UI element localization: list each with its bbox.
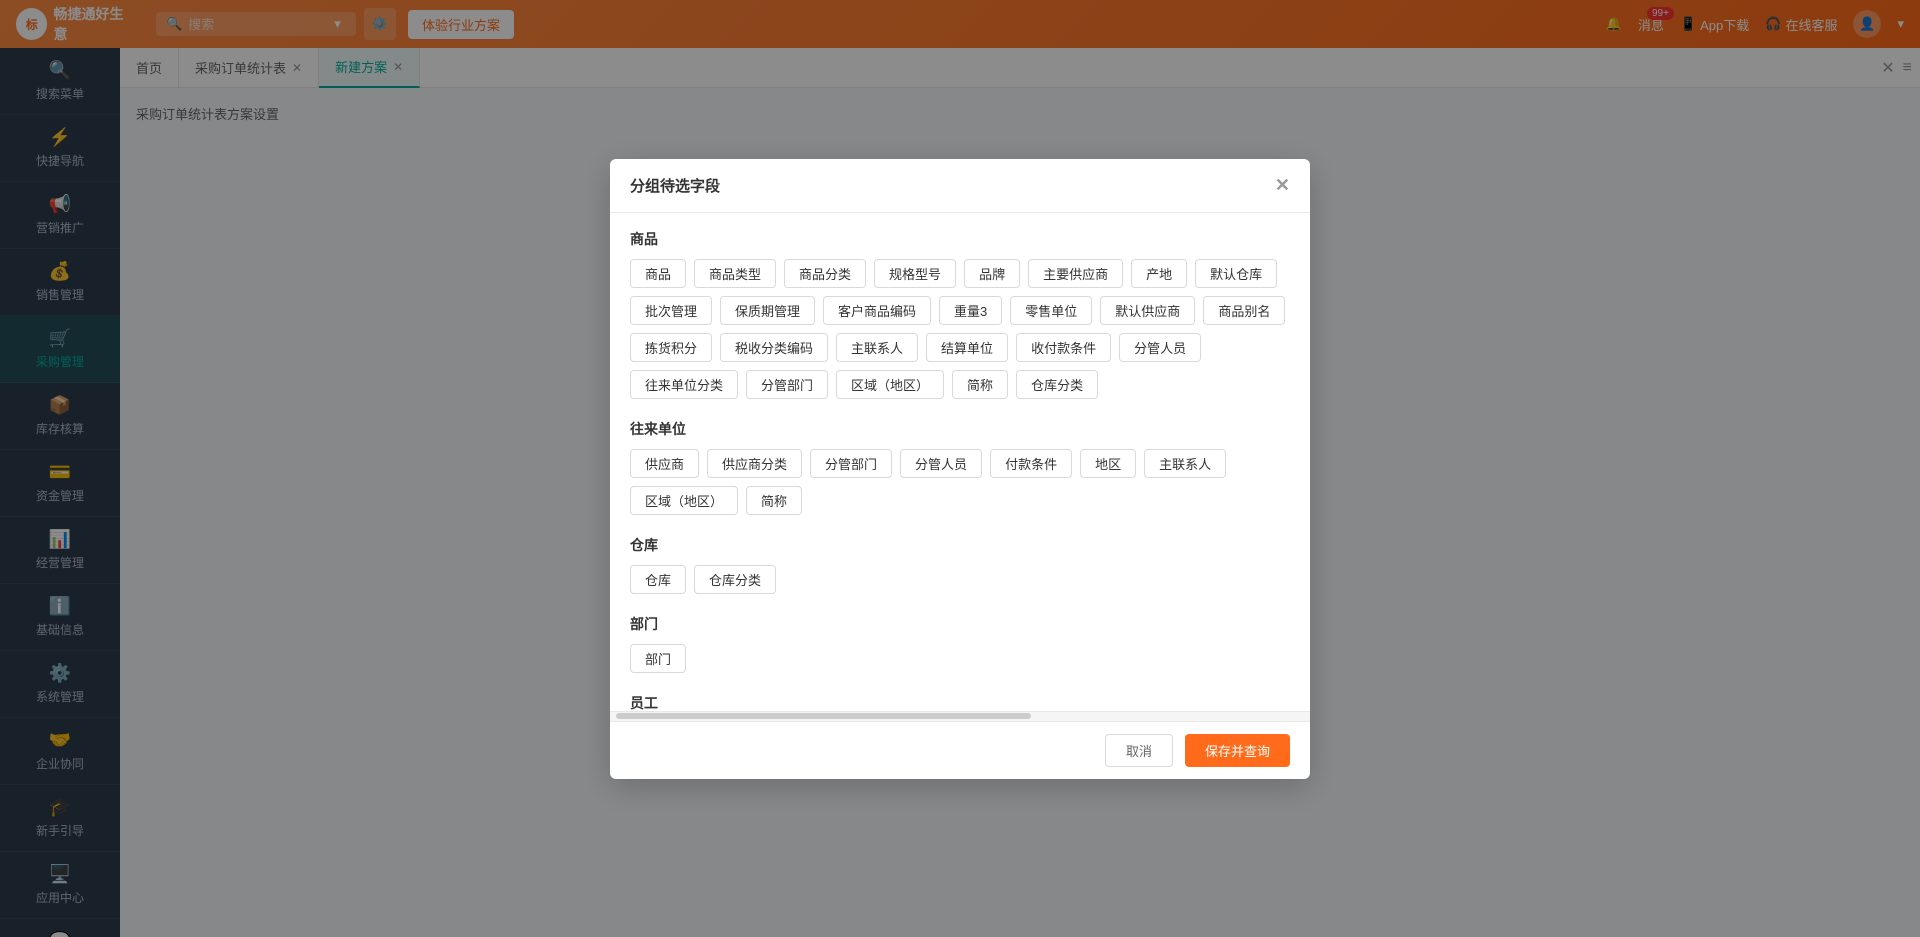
field-tag-0-10[interactable]: 客户商品编码 xyxy=(823,296,931,325)
field-tag-1-6[interactable]: 主联系人 xyxy=(1144,449,1226,478)
hscroll-thumb[interactable] xyxy=(616,713,1031,719)
section-title-2: 仓库 xyxy=(630,535,1290,555)
field-tag-1-8[interactable]: 简称 xyxy=(746,486,802,515)
field-tag-0-5[interactable]: 主要供应商 xyxy=(1028,259,1123,288)
field-section-2: 仓库仓库仓库分类 xyxy=(630,535,1290,594)
field-tag-0-12[interactable]: 零售单位 xyxy=(1010,296,1092,325)
field-tag-2-0[interactable]: 仓库 xyxy=(630,565,686,594)
field-tag-0-0[interactable]: 商品 xyxy=(630,259,686,288)
field-tag-1-0[interactable]: 供应商 xyxy=(630,449,699,478)
dialog-hscroll xyxy=(610,711,1310,720)
field-tag-0-21[interactable]: 往来单位分类 xyxy=(630,370,738,399)
field-tag-0-24[interactable]: 简称 xyxy=(952,370,1008,399)
field-tags-0: 商品商品类型商品分类规格型号品牌主要供应商产地默认仓库批次管理保质期管理客户商品… xyxy=(630,259,1290,399)
field-tag-0-8[interactable]: 批次管理 xyxy=(630,296,712,325)
dialog-close-icon[interactable]: ✕ xyxy=(1275,176,1290,194)
field-tag-0-18[interactable]: 结算单位 xyxy=(926,333,1008,362)
field-tag-0-20[interactable]: 分管人员 xyxy=(1119,333,1201,362)
field-tag-1-7[interactable]: 区域（地区） xyxy=(630,486,738,515)
field-tag-0-14[interactable]: 商品别名 xyxy=(1203,296,1285,325)
dialog-body: 商品商品商品类型商品分类规格型号品牌主要供应商产地默认仓库批次管理保质期管理客户… xyxy=(610,213,1310,712)
field-tag-2-1[interactable]: 仓库分类 xyxy=(694,565,776,594)
field-tag-1-5[interactable]: 地区 xyxy=(1080,449,1136,478)
field-tag-0-23[interactable]: 区域（地区） xyxy=(836,370,944,399)
field-selection-dialog: 分组待选字段 ✕ 商品商品商品类型商品分类规格型号品牌主要供应商产地默认仓库批次… xyxy=(610,159,1310,779)
cancel-button[interactable]: 取消 xyxy=(1105,734,1173,767)
field-tag-0-3[interactable]: 规格型号 xyxy=(874,259,956,288)
field-tag-0-4[interactable]: 品牌 xyxy=(964,259,1020,288)
field-tag-0-11[interactable]: 重量3 xyxy=(939,296,1002,325)
section-title-0: 商品 xyxy=(630,229,1290,249)
field-tag-0-6[interactable]: 产地 xyxy=(1131,259,1187,288)
field-section-3: 部门部门 xyxy=(630,614,1290,673)
field-tag-0-2[interactable]: 商品分类 xyxy=(784,259,866,288)
field-tag-0-1[interactable]: 商品类型 xyxy=(694,259,776,288)
dialog-overlay: 分组待选字段 ✕ 商品商品商品类型商品分类规格型号品牌主要供应商产地默认仓库批次… xyxy=(0,0,1920,937)
dialog-title: 分组待选字段 xyxy=(630,175,720,196)
field-tag-0-25[interactable]: 仓库分类 xyxy=(1016,370,1098,399)
field-tag-3-0[interactable]: 部门 xyxy=(630,644,686,673)
section-title-4: 员工 xyxy=(630,693,1290,712)
field-section-4: 员工业务员 xyxy=(630,693,1290,712)
field-tags-1: 供应商供应商分类分管部门分管人员付款条件地区主联系人区域（地区） 简称 xyxy=(630,449,1290,515)
field-tags-2: 仓库仓库分类 xyxy=(630,565,1290,594)
section-title-3: 部门 xyxy=(630,614,1290,634)
field-tag-1-3[interactable]: 分管人员 xyxy=(900,449,982,478)
dialog-footer: 取消 保存并查询 xyxy=(610,721,1310,779)
field-tag-1-1[interactable]: 供应商分类 xyxy=(707,449,802,478)
field-tag-0-7[interactable]: 默认仓库 xyxy=(1195,259,1277,288)
save-button[interactable]: 保存并查询 xyxy=(1185,734,1290,767)
field-tags-3: 部门 xyxy=(630,644,1290,673)
field-tag-0-13[interactable]: 默认供应商 xyxy=(1100,296,1195,325)
field-tag-0-22[interactable]: 分管部门 xyxy=(746,370,828,399)
field-tag-1-2[interactable]: 分管部门 xyxy=(810,449,892,478)
field-tag-0-17[interactable]: 主联系人 xyxy=(836,333,918,362)
section-title-1: 往来单位 xyxy=(630,419,1290,439)
dialog-header: 分组待选字段 ✕ xyxy=(610,159,1310,213)
field-tag-0-19[interactable]: 收付款条件 xyxy=(1016,333,1111,362)
field-tag-0-16[interactable]: 税收分类编码 xyxy=(720,333,828,362)
field-section-1: 往来单位供应商供应商分类分管部门分管人员付款条件地区主联系人区域（地区） 简称 xyxy=(630,419,1290,515)
field-tag-1-4[interactable]: 付款条件 xyxy=(990,449,1072,478)
field-section-0: 商品商品商品类型商品分类规格型号品牌主要供应商产地默认仓库批次管理保质期管理客户… xyxy=(630,229,1290,399)
field-tag-0-9[interactable]: 保质期管理 xyxy=(720,296,815,325)
field-tag-0-15[interactable]: 拣货积分 xyxy=(630,333,712,362)
